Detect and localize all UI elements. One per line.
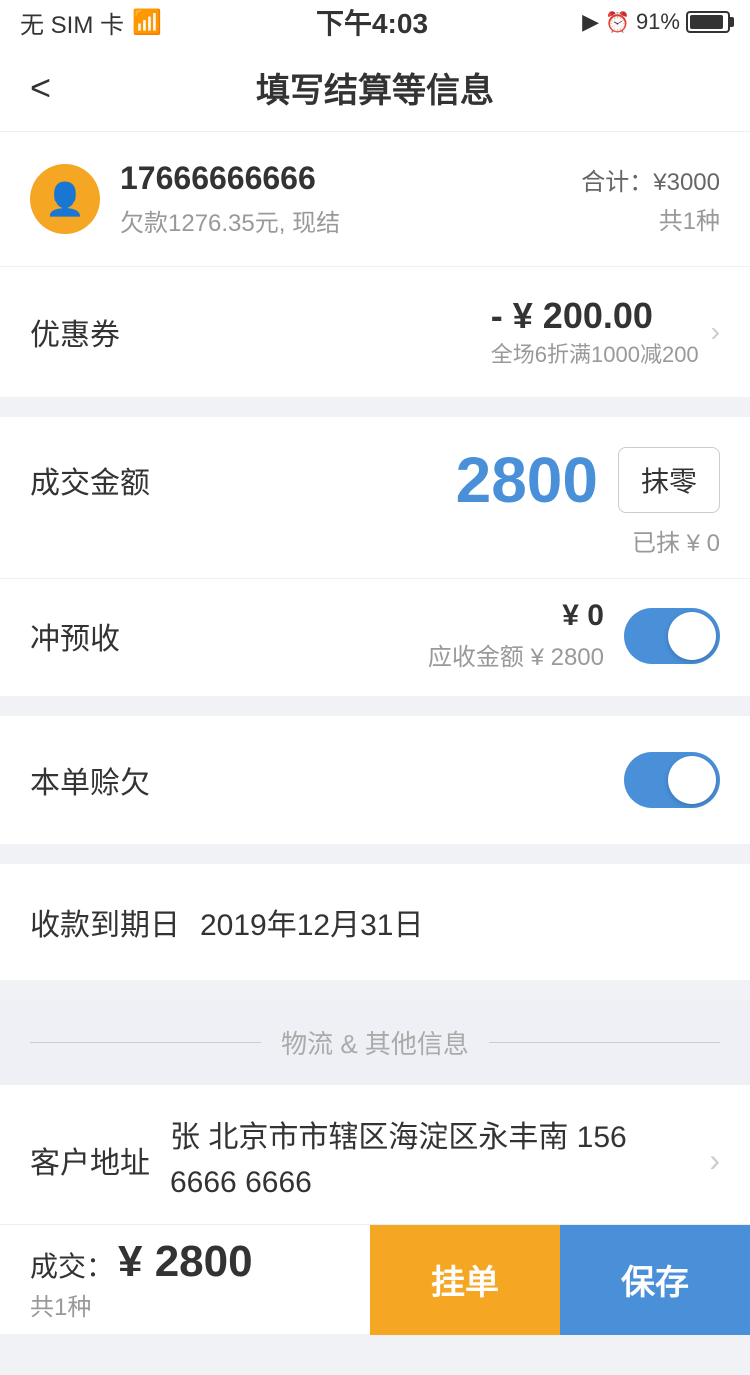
customer-debt: 欠款1276.35元, 现结 <box>120 203 340 238</box>
back-button[interactable]: < <box>30 67 51 109</box>
battery-icon <box>686 11 730 33</box>
deal-sub: 已抹 ¥ 0 <box>0 523 750 578</box>
address-row[interactable]: 客户地址 张 北京市市辖区海淀区永丰南 156 6666 6666 › <box>0 1085 750 1235</box>
location-icon: ▶ <box>582 9 599 35</box>
coupon-right: - ¥ 200.00 全场6折满1000减200 › <box>491 295 720 369</box>
hang-button[interactable]: 挂单 <box>370 1225 560 1335</box>
coupon-label: 优惠券 <box>30 310 120 354</box>
address-label: 客户地址 <box>30 1138 150 1182</box>
customer-section: 👤 17666666666 欠款1276.35元, 现结 合计：¥3000 共1… <box>0 132 750 397</box>
alarm-icon: ⏰ <box>605 10 630 35</box>
coupon-row[interactable]: 优惠券 - ¥ 200.00 全场6折满1000减200 › <box>0 266 750 397</box>
header: < 填写结算等信息 <box>0 44 750 132</box>
logistics-label: 物流 & 其他信息 <box>281 1024 469 1061</box>
avatar: 👤 <box>30 164 100 234</box>
bottom-count: 共1种 <box>30 1287 340 1322</box>
bottom-deal-label: 成交： <box>30 1245 114 1285</box>
divider-line-right <box>489 1042 720 1043</box>
total-label: 合计：¥3000 <box>581 162 720 197</box>
deal-section: 成交金额 2800 抹零 已抹 ¥ 0 冲预收 ¥ 0 应收金额 ¥ 2800 <box>0 417 750 696</box>
address-section: 客户地址 张 北京市市辖区海淀区永丰南 156 6666 6666 › <box>0 1085 750 1235</box>
bottom-bar: 成交： ¥ 2800 共1种 挂单 保存 <box>0 1224 750 1334</box>
credit-section: 本单赊欠 <box>0 716 750 844</box>
deal-row: 成交金额 2800 抹零 <box>0 417 750 523</box>
carrier-label: 无 SIM 卡 <box>20 5 124 40</box>
credit-toggle-knob <box>668 756 716 804</box>
credit-label: 本单赊欠 <box>30 758 150 802</box>
deal-label: 成交金额 <box>30 458 150 502</box>
save-button[interactable]: 保存 <box>560 1225 750 1335</box>
duedate-section: 收款到期日 2019年12月31日 <box>0 864 750 980</box>
customer-left: 👤 17666666666 欠款1276.35元, 现结 <box>30 160 340 238</box>
deal-amount: 2800 <box>456 448 598 512</box>
duedate-row: 收款到期日 2019年12月31日 <box>0 864 750 980</box>
deal-right: 2800 抹零 <box>456 447 720 513</box>
credit-toggle[interactable] <box>624 752 720 808</box>
duedate-value: 2019年12月31日 <box>200 900 423 944</box>
status-time: 下午4:03 <box>316 2 428 42</box>
page-title: 填写结算等信息 <box>256 63 494 112</box>
logistics-divider: 物流 & 其他信息 <box>0 1000 750 1085</box>
battery-percent: 91% <box>636 9 680 35</box>
coupon-desc: 全场6折满1000减200 <box>491 337 699 369</box>
bottom-left: 成交： ¥ 2800 共1种 <box>0 1237 370 1322</box>
status-right: ▶ ⏰ 91% <box>582 9 730 35</box>
customer-info: 17666666666 欠款1276.35元, 现结 <box>120 160 340 238</box>
bottom-deal-amount: ¥ 2800 <box>118 1237 253 1287</box>
coupon-amount: - ¥ 200.00 <box>491 295 699 337</box>
address-chevron-icon: › <box>709 1142 720 1179</box>
customer-phone: 17666666666 <box>120 160 340 197</box>
wifi-icon: 📶 <box>132 8 162 37</box>
status-left: 无 SIM 卡 📶 <box>20 5 162 40</box>
address-value: 张 北京市市辖区海淀区永丰南 156 6666 6666 <box>170 1115 699 1205</box>
customer-row: 👤 17666666666 欠款1276.35元, 现结 合计：¥3000 共1… <box>0 132 750 266</box>
credit-row: 本单赊欠 <box>0 716 750 844</box>
prepay-row: 冲预收 ¥ 0 应收金额 ¥ 2800 <box>0 578 750 696</box>
fuzero-button[interactable]: 抹零 <box>618 447 720 513</box>
chevron-right-icon: › <box>711 316 720 348</box>
duedate-label: 收款到期日 <box>30 900 180 944</box>
total-count: 共1种 <box>581 201 720 236</box>
prepay-sub: 应收金额 ¥ 2800 <box>428 637 604 672</box>
prepay-label: 冲预收 <box>30 614 120 658</box>
toggle-knob <box>668 612 716 660</box>
prepay-values: ¥ 0 应收金额 ¥ 2800 <box>428 599 604 672</box>
prepay-right: ¥ 0 应收金额 ¥ 2800 <box>428 599 720 672</box>
divider-line-left <box>30 1042 261 1043</box>
prepay-amount: ¥ 0 <box>428 599 604 633</box>
prepay-toggle[interactable] <box>624 608 720 664</box>
status-bar: 无 SIM 卡 📶 下午4:03 ▶ ⏰ 91% <box>0 0 750 44</box>
customer-total: 合计：¥3000 共1种 <box>581 162 720 236</box>
